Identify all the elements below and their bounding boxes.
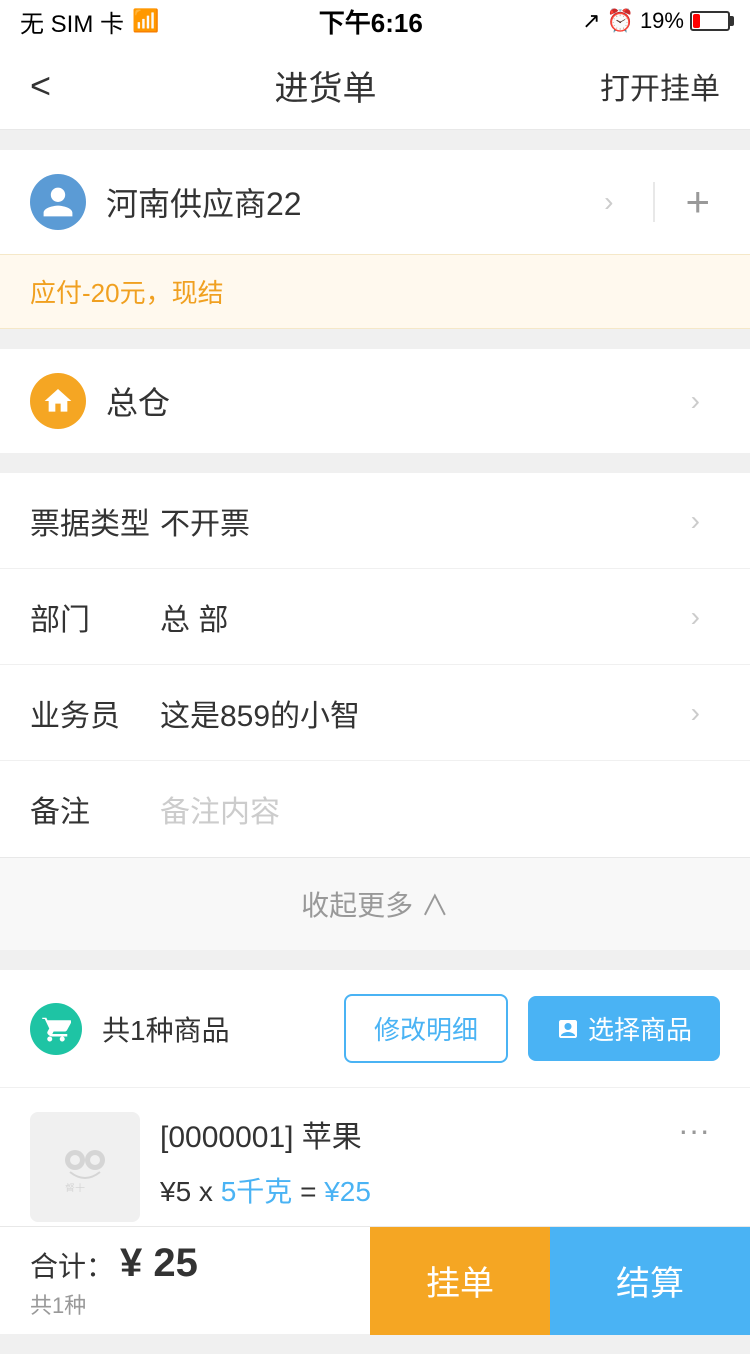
warehouse-chevron-icon: › — [691, 385, 700, 417]
gap-1 — [0, 130, 750, 150]
sales-row[interactable]: 业务员 这是859的小智 › — [0, 665, 750, 761]
wifi-icon: 📶 — [132, 8, 159, 34]
gap-3 — [0, 950, 750, 970]
invoice-row[interactable]: 票据类型 不开票 › — [0, 473, 750, 569]
supplier-row[interactable]: 河南供应商22 › + — [0, 150, 750, 254]
product-count: 共1种商品 — [102, 1009, 324, 1049]
supplier-section: 河南供应商22 › + 应付-20元，现结 — [0, 150, 750, 329]
form-section: 票据类型 不开票 › 部门 总 部 › 业务员 这是859的小智 › 备注 备注… — [0, 473, 750, 857]
notice-text: 应付-20元，现结 — [30, 278, 224, 308]
page-title: 进货单 — [275, 61, 377, 110]
invoice-label: 票据类型 — [30, 499, 160, 543]
product-price: ¥5 x 5千克 = ¥25 — [160, 1170, 648, 1210]
remark-input[interactable]: 备注内容 — [160, 787, 720, 831]
product-info: [0000001] 苹果 ¥5 x 5千克 = ¥25 — [160, 1112, 648, 1210]
supplier-name: 河南供应商22 — [106, 179, 604, 225]
collapse-label: 收起更多 ∧ — [301, 890, 449, 921]
invoice-chevron-icon: › — [691, 505, 700, 537]
battery-icon — [690, 11, 730, 31]
sales-label: 业务员 — [30, 691, 160, 735]
equals-label: = — [300, 1176, 324, 1207]
product-code: [0000001] — [160, 1121, 302, 1154]
select-icon — [556, 1017, 580, 1041]
home-icon — [42, 385, 74, 417]
status-left: 无 SIM 卡 📶 — [20, 4, 159, 39]
total-sub: 共1种 — [30, 1288, 340, 1320]
dept-row[interactable]: 部门 总 部 › — [0, 569, 750, 665]
open-hang-button[interactable]: 打开挂单 — [600, 64, 720, 108]
dept-label: 部门 — [30, 595, 160, 639]
product-thumbnail: 督十 — [30, 1112, 140, 1222]
battery-fill — [693, 14, 700, 28]
total-section: 合计： ¥ 25 共1种 — [0, 1241, 370, 1320]
product-item: 督十 [0000001] 苹果 ¥5 x 5千克 = ¥25 ··· — [0, 1088, 750, 1246]
qty-label: 5千克 — [221, 1176, 293, 1207]
product-icon — [30, 1003, 82, 1055]
supplier-divider — [653, 182, 655, 222]
gap-2 — [0, 329, 750, 349]
warehouse-section: 总仓 › — [0, 349, 750, 453]
owl-logo-icon: 督十 — [55, 1142, 115, 1192]
remark-label: 备注 — [30, 787, 160, 831]
location-icon: ↗ — [582, 8, 600, 34]
unit-price: ¥5 x — [160, 1176, 221, 1207]
carrier-label: 无 SIM 卡 — [20, 4, 124, 39]
status-time: 下午6:16 — [319, 3, 423, 40]
battery-percent: 19% — [640, 8, 684, 34]
warehouse-name: 总仓 — [106, 378, 691, 424]
product-header: 共1种商品 修改明细 选择商品 — [0, 970, 750, 1088]
dept-chevron-icon: › — [691, 601, 700, 633]
invoice-value: 不开票 — [160, 499, 691, 543]
nav-bar: < 进货单 打开挂单 — [0, 42, 750, 130]
add-supplier-button[interactable]: + — [675, 178, 720, 226]
status-bar: 无 SIM 卡 📶 下午6:16 ↗ ⏰ 19% — [0, 0, 750, 42]
product-more-button[interactable]: ··· — [668, 1112, 720, 1149]
select-product-button[interactable]: 选择商品 — [528, 996, 720, 1061]
dept-value: 总 部 — [160, 595, 691, 639]
thumb-placeholder: 督十 — [55, 1142, 115, 1192]
product-title: 苹果 — [302, 1121, 362, 1154]
warehouse-row[interactable]: 总仓 › — [0, 349, 750, 453]
total-amount: ¥ 25 — [120, 1241, 198, 1286]
collapse-toggle[interactable]: 收起更多 ∧ — [0, 857, 750, 950]
back-button[interactable]: < — [30, 65, 51, 107]
product-name: [0000001] 苹果 — [160, 1112, 648, 1156]
remark-row[interactable]: 备注 备注内容 — [0, 761, 750, 857]
warehouse-icon — [30, 373, 86, 429]
status-right: ↗ ⏰ 19% — [582, 8, 730, 34]
person-icon — [40, 184, 76, 220]
alarm-icon: ⏰ — [607, 8, 634, 34]
svg-text:督十: 督十 — [65, 1182, 85, 1192]
supplier-avatar — [30, 174, 86, 230]
sales-value: 这是859的小智 — [160, 691, 691, 735]
total-text: 合计： — [30, 1245, 114, 1285]
select-product-label: 选择商品 — [588, 1010, 692, 1047]
total-price: ¥25 — [324, 1176, 371, 1207]
sales-chevron-icon: › — [691, 697, 700, 729]
settle-button[interactable]: 结算 — [550, 1227, 750, 1335]
hang-order-button[interactable]: 挂单 — [370, 1227, 550, 1335]
supplier-chevron-icon: › — [604, 186, 613, 218]
notice-bar: 应付-20元，现结 — [0, 254, 750, 329]
total-label: 合计： ¥ 25 — [30, 1241, 340, 1286]
shopping-icon — [41, 1014, 71, 1044]
edit-detail-button[interactable]: 修改明细 — [344, 994, 508, 1063]
bottom-bar: 合计： ¥ 25 共1种 挂单 结算 — [0, 1226, 750, 1334]
